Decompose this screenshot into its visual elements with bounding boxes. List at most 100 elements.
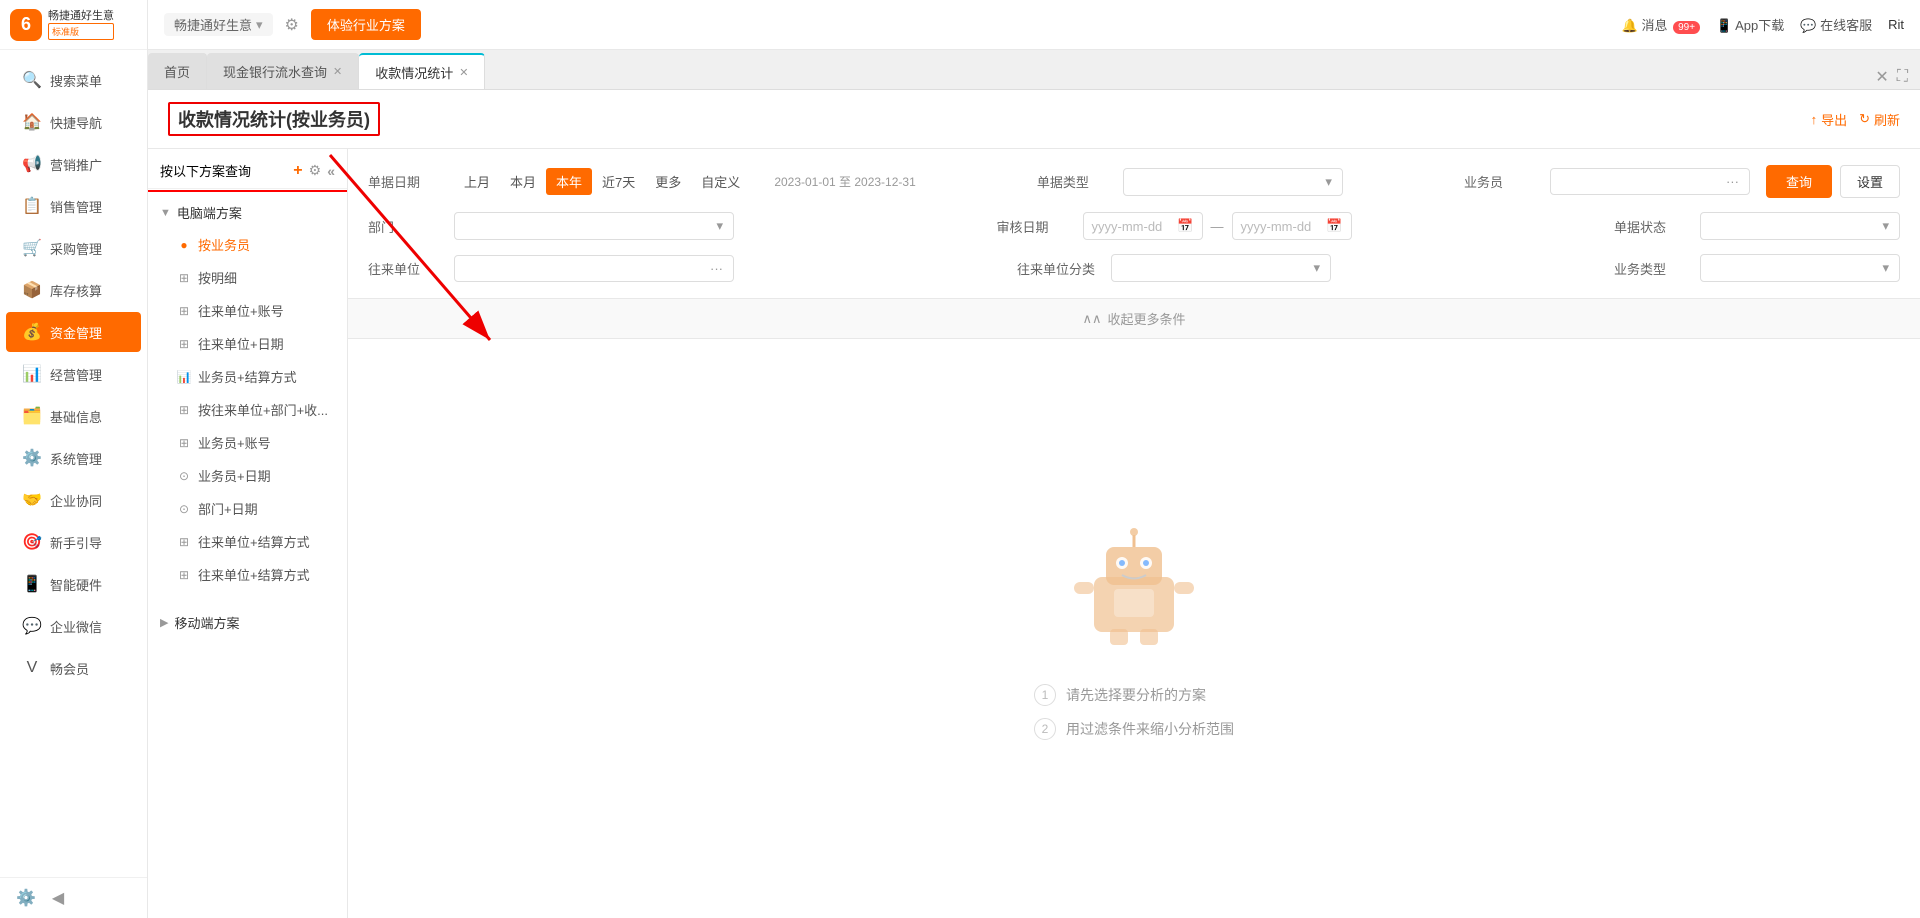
sidebar: 6 畅捷通好生意 标准版 🔍 搜索菜单 🏠 快捷导航 📢 营销推广 📋 销售管理… bbox=[0, 0, 148, 918]
scheme-item-by-detail[interactable]: ⊞ 按明细 bbox=[148, 261, 347, 294]
scheme-item-partner-dept[interactable]: ⊞ 按往来单位+部门+收... bbox=[148, 393, 347, 426]
expand-arrow-icon: ▼ bbox=[160, 207, 171, 219]
receipt-type-arrow: ▾ bbox=[1325, 174, 1332, 190]
sidebar-item-vip[interactable]: V 畅会员 bbox=[6, 648, 141, 688]
sidebar-item-system[interactable]: ⚙️ 系统管理 bbox=[6, 438, 141, 478]
sidebar-item-hardware[interactable]: 📱 智能硬件 bbox=[6, 564, 141, 604]
page-title: 收款情况统计(按业务员) bbox=[168, 102, 380, 136]
logo-name: 畅捷通好生意 bbox=[48, 9, 114, 23]
refresh-button[interactable]: ↻ 刷新 bbox=[1859, 110, 1900, 129]
date-preset-custom[interactable]: 自定义 bbox=[691, 168, 750, 195]
date-preset-this-month[interactable]: 本月 bbox=[500, 168, 546, 195]
partner-dept-icon: ⊞ bbox=[176, 402, 192, 418]
collapse-panel-icon[interactable]: « bbox=[327, 163, 335, 179]
scheme-item-partner-settlement2[interactable]: ⊞ 往来单位+结算方式 bbox=[148, 558, 347, 591]
date-preset-more[interactable]: 更多 bbox=[645, 168, 691, 195]
sidebar-item-sales[interactable]: 📋 销售管理 bbox=[6, 186, 141, 226]
handshake-icon: 🤝 bbox=[22, 490, 42, 510]
customer-service-link[interactable]: 💬 在线客服 bbox=[1800, 15, 1872, 34]
date-preset-last-month[interactable]: 上月 bbox=[454, 168, 500, 195]
sidebar-item-shortcut[interactable]: 🏠 快捷导航 bbox=[6, 102, 141, 142]
robot-icon bbox=[1064, 517, 1204, 657]
partner-more-icon[interactable]: ··· bbox=[710, 261, 723, 276]
setting-button[interactable]: 设置 bbox=[1840, 165, 1900, 198]
topbar-gear-icon[interactable]: ⚙ bbox=[285, 15, 299, 35]
trial-button[interactable]: 体验行业方案 bbox=[311, 9, 421, 40]
notification-count: 99+ bbox=[1673, 21, 1700, 34]
collapse-up-icon: ∧∧ bbox=[1082, 311, 1101, 327]
sidebar-item-marketing[interactable]: 📢 营销推广 bbox=[6, 144, 141, 184]
query-button[interactable]: 查询 bbox=[1766, 165, 1832, 198]
sidebar-label-marketing: 营销推广 bbox=[50, 155, 102, 174]
close-window-icon[interactable]: ✕ bbox=[1875, 67, 1888, 87]
chart-icon: 📊 bbox=[22, 364, 42, 384]
collapse-bar[interactable]: ∧∧ 收起更多条件 bbox=[348, 299, 1920, 339]
sidebar-item-wechat[interactable]: 💬 企业微信 bbox=[6, 606, 141, 646]
date-range-text: 2023-01-01 至 2023-12-31 bbox=[774, 173, 915, 190]
user-name[interactable]: Rit bbox=[1888, 17, 1904, 32]
tab-collection-close-icon[interactable]: ✕ bbox=[459, 66, 468, 79]
sidebar-footer: ⚙️ ◀ bbox=[0, 877, 147, 918]
app-download-link[interactable]: 📱 App下载 bbox=[1716, 15, 1784, 34]
more-options-icon[interactable]: ··· bbox=[1726, 174, 1739, 189]
tab-home[interactable]: 首页 bbox=[148, 53, 207, 89]
date-preset-this-year[interactable]: 本年 bbox=[546, 168, 592, 195]
scheme-settings-icon[interactable]: ⚙ bbox=[309, 162, 322, 179]
salesman-select[interactable]: ··· bbox=[1550, 168, 1750, 195]
notification-label: 消息 bbox=[1641, 18, 1667, 33]
review-date-start[interactable]: yyyy-mm-dd 📅 bbox=[1083, 212, 1203, 240]
sidebar-item-search[interactable]: 🔍 搜索菜单 bbox=[6, 60, 141, 100]
date-preset-7days[interactable]: 近7天 bbox=[592, 168, 645, 195]
tab-bank-close-icon[interactable]: ✕ bbox=[333, 65, 342, 78]
add-scheme-icon[interactable]: + bbox=[293, 162, 302, 180]
scheme-item-salesman-settlement[interactable]: 📊 业务员+结算方式 bbox=[148, 360, 347, 393]
receipt-status-select[interactable]: ▾ bbox=[1700, 212, 1900, 240]
tab-bank[interactable]: 现金银行流水查询 ✕ bbox=[207, 53, 359, 89]
partner-select[interactable]: ··· bbox=[454, 255, 734, 282]
partner-category-arrow: ▾ bbox=[1313, 260, 1320, 276]
folder-icon: 🗂️ bbox=[22, 406, 42, 426]
calendar-end-icon[interactable]: 📅 bbox=[1326, 218, 1342, 234]
receipt-type-select[interactable]: ▾ bbox=[1123, 168, 1343, 196]
salesman-filter-label: 业务员 bbox=[1464, 172, 1534, 191]
body: 按以下方案查询 + ⚙ « ▼ 电脑端方案 ● 按业务员 bbox=[148, 149, 1920, 918]
sidebar-item-basic[interactable]: 🗂️ 基础信息 bbox=[6, 396, 141, 436]
dept-select[interactable]: ▾ bbox=[454, 212, 734, 240]
sidebar-item-inventory[interactable]: 📦 库存核算 bbox=[6, 270, 141, 310]
content-header: 收款情况统计(按业务员) ↑ 导出 ↻ 刷新 bbox=[148, 90, 1920, 149]
desktop-scheme-toggle[interactable]: ▼ 电脑端方案 bbox=[148, 197, 347, 228]
business-type-select[interactable]: ▾ bbox=[1700, 254, 1900, 282]
footer-collapse-icon[interactable]: ◀ bbox=[52, 888, 64, 908]
salesman-date-icon: ⊙ bbox=[176, 468, 192, 484]
notification-bell-icon[interactable]: 🔔 消息 99+ bbox=[1622, 15, 1700, 34]
topbar: 畅捷通好生意 ▾ ⚙ 体验行业方案 🔔 消息 99+ 📱 App下载 💬 在线客… bbox=[148, 0, 1920, 50]
sidebar-item-guide[interactable]: 🎯 新手引导 bbox=[6, 522, 141, 562]
review-date-end[interactable]: yyyy-mm-dd 📅 bbox=[1232, 212, 1352, 240]
partner-category-select[interactable]: ▾ bbox=[1111, 254, 1331, 282]
scheme-item-salesman-date[interactable]: ⊙ 业务员+日期 bbox=[148, 459, 347, 492]
sidebar-item-enterprise[interactable]: 🤝 企业协同 bbox=[6, 480, 141, 520]
scheme-item-partner-date[interactable]: ⊞ 往来单位+日期 bbox=[148, 327, 347, 360]
target-icon: 🎯 bbox=[22, 532, 42, 552]
scheme-item-partner-settlement1[interactable]: ⊞ 往来单位+结算方式 bbox=[148, 525, 347, 558]
expand-window-icon[interactable]: ⛶ bbox=[1897, 68, 1908, 86]
sidebar-label-vip: 畅会员 bbox=[50, 659, 89, 678]
sidebar-item-finance[interactable]: 💰 资金管理 bbox=[6, 312, 141, 352]
sidebar-item-purchase[interactable]: 🛒 采购管理 bbox=[6, 228, 141, 268]
mobile-scheme-label: 移动端方案 bbox=[174, 613, 239, 632]
scheme-item-salesman-account[interactable]: ⊞ 业务员+账号 bbox=[148, 426, 347, 459]
date-label: 单据日期 bbox=[368, 172, 438, 191]
sidebar-item-operations[interactable]: 📊 经营管理 bbox=[6, 354, 141, 394]
scheme-item-partner-account[interactable]: ⊞ 往来单位+账号 bbox=[148, 294, 347, 327]
business-type-label: 业务类型 bbox=[1614, 259, 1684, 278]
calendar-icon[interactable]: 📅 bbox=[1177, 218, 1193, 234]
mobile-scheme-toggle[interactable]: ▶ 移动端方案 bbox=[148, 607, 347, 638]
tab-collection[interactable]: 收款情况统计 ✕ bbox=[359, 53, 485, 89]
export-button[interactable]: ↑ 导出 bbox=[1811, 110, 1848, 129]
footer-settings-icon[interactable]: ⚙️ bbox=[16, 888, 36, 908]
scheme-item-dept-date[interactable]: ⊙ 部门+日期 bbox=[148, 492, 347, 525]
panel-header-title: 按以下方案查询 bbox=[160, 161, 251, 180]
scheme-item-by-salesman[interactable]: ● 按业务员 bbox=[148, 228, 347, 261]
gear-nav-icon: ⚙️ bbox=[22, 448, 42, 468]
sidebar-label-system: 系统管理 bbox=[50, 449, 102, 468]
